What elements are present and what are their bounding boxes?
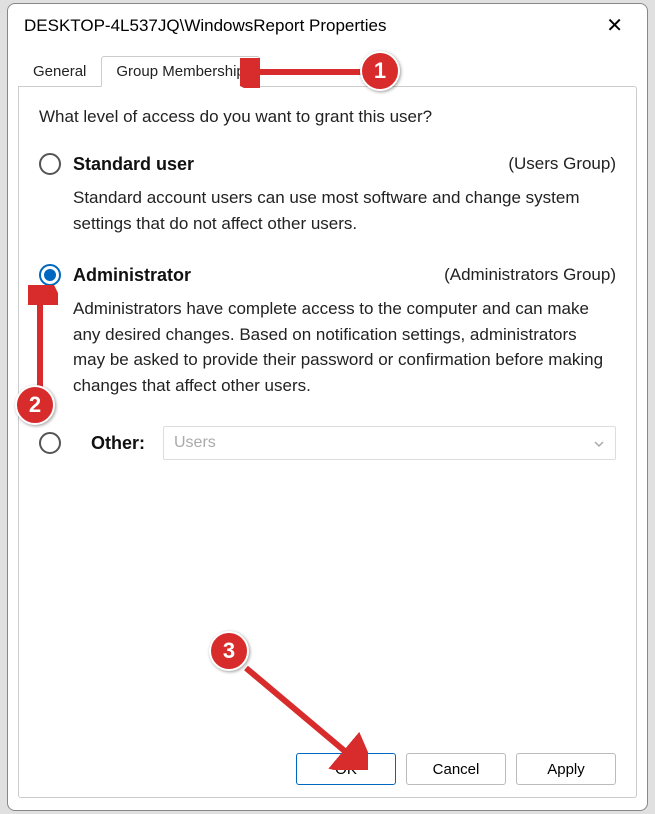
option-other: Other: Users (39, 426, 616, 460)
radio-administrator[interactable] (39, 264, 61, 286)
apply-button[interactable]: Apply (516, 753, 616, 785)
radio-other[interactable] (39, 432, 61, 454)
label-standard-user: Standard user (73, 154, 194, 175)
option-standard-user: Standard user (Users Group) Standard acc… (39, 153, 616, 236)
radio-standard-user[interactable] (39, 153, 61, 175)
properties-window: DESKTOP-4L537JQ\WindowsReport Properties… (7, 3, 648, 811)
tabpanel-group-membership: What level of access do you want to gran… (18, 86, 637, 798)
option-administrator: Administrator (Administrators Group) Adm… (39, 264, 616, 398)
cancel-button[interactable]: Cancel (406, 753, 506, 785)
titlebar: DESKTOP-4L537JQ\WindowsReport Properties… (8, 4, 647, 48)
dropdown-value: Users (174, 434, 216, 452)
chevron-down-icon (593, 437, 605, 449)
desc-standard-user: Standard account users can use most soft… (73, 185, 608, 236)
tab-group-membership[interactable]: Group Membership (101, 56, 259, 87)
button-bar: OK Cancel Apply (39, 743, 616, 785)
ok-button[interactable]: OK (296, 753, 396, 785)
group-administrator: (Administrators Group) (444, 265, 616, 285)
client-area: General Group Membership What level of a… (8, 48, 647, 810)
tab-general[interactable]: General (18, 56, 101, 86)
tabstrip: General Group Membership (18, 54, 637, 86)
desc-administrator: Administrators have complete access to t… (73, 296, 608, 398)
close-icon[interactable]: ✕ (596, 10, 633, 42)
access-prompt: What level of access do you want to gran… (39, 107, 616, 127)
label-other: Other: (91, 433, 145, 454)
other-group-dropdown[interactable]: Users (163, 426, 616, 460)
group-standard-user: (Users Group) (508, 154, 616, 174)
window-title: DESKTOP-4L537JQ\WindowsReport Properties (24, 16, 387, 36)
label-administrator: Administrator (73, 265, 191, 286)
